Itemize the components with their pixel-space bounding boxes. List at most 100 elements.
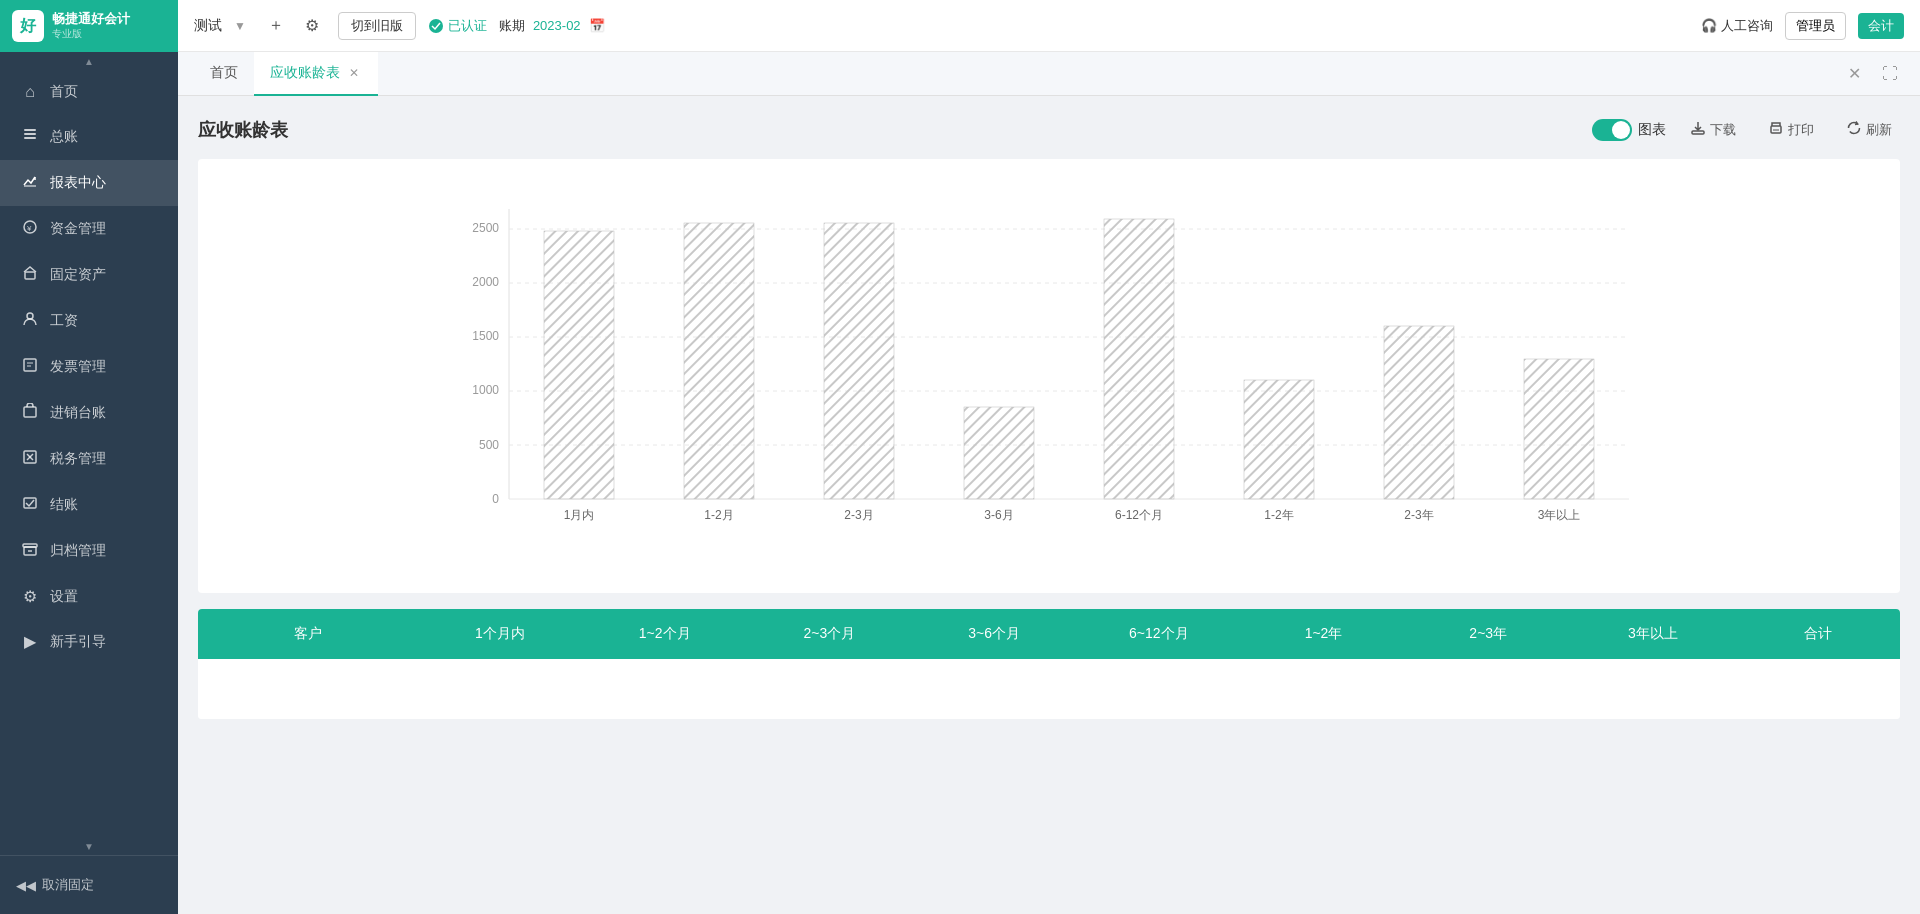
svg-rect-8 [24,359,36,371]
sidebar-item-tax[interactable]: 税务管理 [0,436,178,482]
refresh-icon [1846,120,1862,139]
tax-icon [20,449,40,469]
col-1-2month: 1~2个月 [582,609,747,659]
sidebar-item-invoice[interactable]: 发票管理 [0,344,178,390]
sidebar-item-capital[interactable]: ¥ 资金管理 [0,206,178,252]
sidebar-item-label: 报表中心 [50,174,106,192]
bar-1[interactable] [544,231,614,499]
svg-text:2-3月: 2-3月 [844,508,873,522]
sidebar-item-label: 发票管理 [50,358,106,376]
svg-rect-15 [24,498,36,508]
svg-rect-1 [24,133,36,135]
role-button[interactable]: 会计 [1858,13,1904,39]
main-area: 测试 ▼ ＋ ⚙ 切到旧版 已认证 账期 2023-02 📅 🎧 人工咨询 管理… [178,0,1920,914]
sidebar-footer: ◀◀ 取消固定 [0,855,178,914]
sidebar-item-closing[interactable]: 结账 [0,482,178,528]
sidebar-item-inventory[interactable]: 进销台账 [0,390,178,436]
page-container: 应收账龄表 图表 下载 [178,96,1920,914]
sidebar-item-label: 设置 [50,588,78,606]
bar-3[interactable] [824,223,894,499]
chart-toggle-label: 图表 [1638,121,1666,139]
consult-label: 人工咨询 [1721,17,1773,35]
sidebar-item-reports[interactable]: 报表中心 [0,160,178,206]
chart-svg-wrapper: 0 500 1000 1500 2000 2500 [218,189,1880,573]
bar-2[interactable] [684,223,754,499]
dropdown-arrow-icon[interactable]: ▼ [234,19,246,33]
sidebar-item-archive[interactable]: 归档管理 [0,528,178,574]
sidebar-item-label: 总账 [50,128,78,146]
topbar-module: 测试 [194,17,222,35]
consult-button[interactable]: 🎧 人工咨询 [1701,17,1773,35]
sidebar-item-label: 归档管理 [50,542,106,560]
sidebar-nav: ⌂ 首页 总账 报表中心 ¥ 资金管理 固定资产 [0,70,178,837]
settings-icon: ⚙ [20,587,40,606]
refresh-button[interactable]: 刷新 [1838,116,1900,143]
settings-button[interactable]: ⚙ [298,12,326,40]
sidebar-item-payroll[interactable]: 工资 [0,298,178,344]
closing-icon [20,495,40,515]
svg-point-7 [27,313,33,319]
topbar-right: 🎧 人工咨询 管理员 会计 [1701,12,1904,40]
reports-icon [20,173,40,193]
tabbar: 首页 应收账龄表 ✕ ✕ ⛶ [178,52,1920,96]
sidebar-logo: 好 畅捷通好会计 专业版 [0,0,178,52]
bar-chart: 0 500 1000 1500 2000 2500 [218,189,1880,569]
user-button[interactable]: 管理员 [1785,12,1846,40]
print-icon [1768,120,1784,139]
cancel-fixed-label: 取消固定 [42,876,94,894]
sidebar-item-guide[interactable]: ▶ 新手引导 [0,619,178,664]
bar-4[interactable] [964,407,1034,499]
svg-point-19 [429,19,443,33]
sidebar-item-settings[interactable]: ⚙ 设置 [0,574,178,619]
bar-5[interactable] [1104,219,1174,499]
bar-7[interactable] [1384,326,1454,499]
svg-text:1000: 1000 [472,383,499,397]
sidebar-item-ledger[interactable]: 总账 [0,114,178,160]
svg-text:500: 500 [479,438,499,452]
tabbar-right: ✕ ⛶ [1840,60,1904,88]
payroll-icon [20,311,40,331]
sidebar-item-label: 新手引导 [50,633,106,651]
tab-home-label: 首页 [210,64,238,82]
col-total: 合计 [1735,609,1900,659]
scroll-down-arrow[interactable]: ▼ [82,839,96,853]
svg-text:1-2年: 1-2年 [1264,508,1293,522]
tab-aging[interactable]: 应收账龄表 ✕ [254,52,378,96]
expand-icon[interactable]: ⛶ [1876,60,1904,88]
table-container: 客户 1个月内 1~2个月 2~3个月 3~6个月 6~12个月 1~2年 2~… [198,609,1900,719]
sidebar-item-label: 固定资产 [50,266,106,284]
sidebar-item-label: 税务管理 [50,450,106,468]
close-panel-icon[interactable]: ✕ [1840,60,1868,88]
capital-icon: ¥ [20,219,40,239]
svg-text:¥: ¥ [26,224,32,233]
col-2-3year: 2~3年 [1406,609,1571,659]
certified-icon [428,18,444,34]
topbar-module-name: 测试 [194,17,222,35]
cancel-fixed-btn[interactable]: ◀◀ 取消固定 [0,866,178,904]
sidebar-item-home[interactable]: ⌂ 首页 [0,70,178,114]
chart-toggle[interactable] [1592,119,1632,141]
app-edition: 专业版 [52,27,130,41]
bar-6[interactable] [1244,380,1314,499]
svg-rect-20 [1692,131,1704,134]
download-button[interactable]: 下载 [1682,116,1744,143]
scroll-up-area: ▲ [0,52,178,70]
calendar-icon[interactable]: 📅 [589,18,605,33]
print-button[interactable]: 打印 [1760,116,1822,143]
inventory-icon [20,403,40,423]
add-button[interactable]: ＋ [262,12,290,40]
scroll-up-arrow[interactable]: ▲ [82,54,96,68]
chart-container: 0 500 1000 1500 2000 2500 [198,159,1900,593]
headset-icon: 🎧 [1701,18,1717,33]
svg-rect-0 [24,129,36,131]
tab-close-icon[interactable]: ✕ [346,65,362,81]
sidebar-item-assets[interactable]: 固定资产 [0,252,178,298]
switch-old-version-button[interactable]: 切到旧版 [338,12,416,40]
bar-8[interactable] [1524,359,1594,499]
cancel-fixed-icon: ◀◀ [16,878,36,893]
svg-text:1月内: 1月内 [564,508,595,522]
tab-home[interactable]: 首页 [194,52,254,96]
col-2-3month: 2~3个月 [747,609,912,659]
svg-text:3年以上: 3年以上 [1538,508,1581,522]
col-3year-plus: 3年以上 [1571,609,1736,659]
